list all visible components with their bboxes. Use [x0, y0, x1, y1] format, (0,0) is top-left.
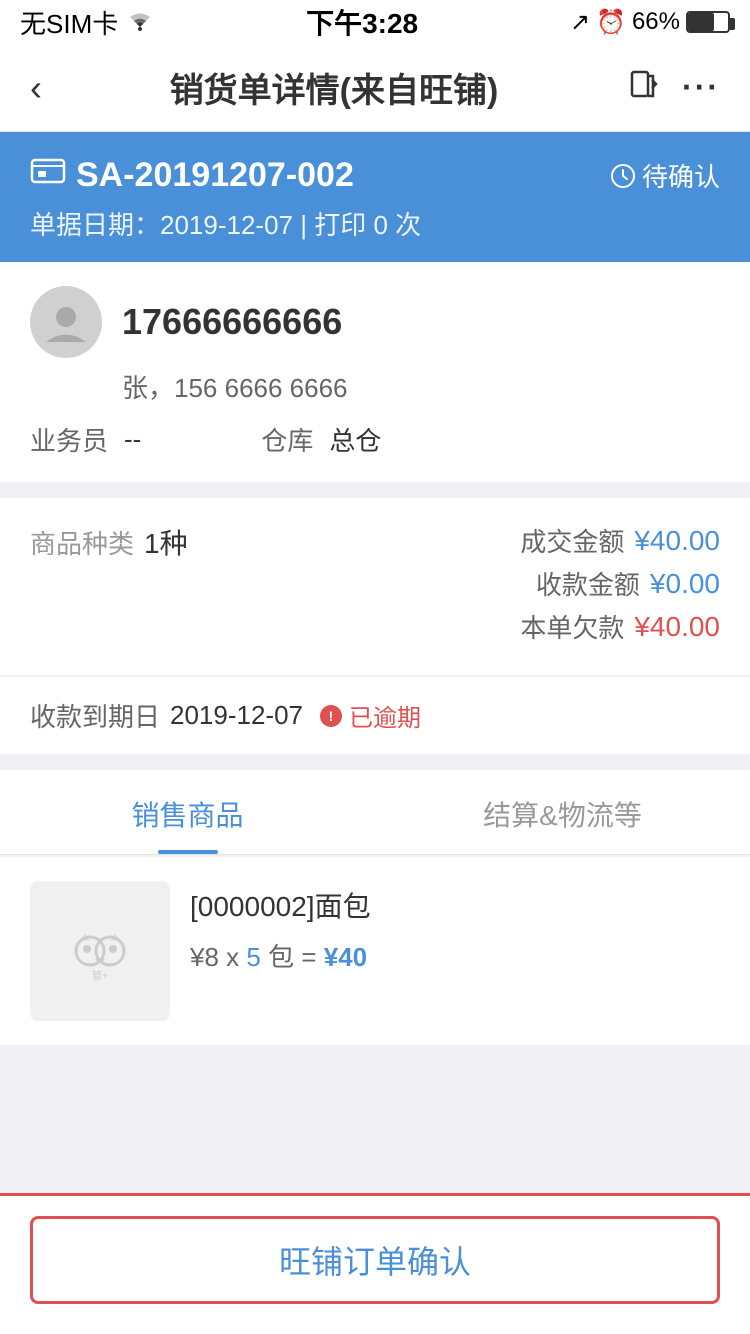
customer-phone: 17666666666 — [122, 301, 342, 343]
product-types-value: 1种 — [144, 522, 188, 562]
warehouse-label: 仓库 — [261, 421, 313, 458]
more-button[interactable]: ··· — [682, 69, 720, 106]
summary-section: 商品种类 1种 成交金额 ¥40.00 收款金额 ¥0.00 本单欠款 ¥40.… — [0, 498, 750, 675]
page-title: 销货单详情(来自旺铺) — [170, 63, 499, 112]
overdue-section: 收款到期日 2019-12-07 ! 已逾期 — [0, 676, 750, 754]
amount-val-1: ¥0.00 — [650, 568, 720, 600]
overdue-badge: ! 已逾期 — [319, 698, 421, 733]
svg-text:管+: 管+ — [92, 969, 108, 982]
order-number: SA-20191207-002 — [30, 156, 354, 195]
tab-sales-product[interactable]: 销售商品 — [0, 770, 375, 854]
battery-percent: 66% — [632, 8, 680, 36]
product-image: 管+ — [30, 881, 170, 1021]
product-types-label: 商品种类 — [30, 524, 134, 561]
product-section: 管+ [0000002]面包 ¥8 x 5 包 = ¥40 — [0, 857, 750, 1045]
back-button[interactable]: ‹ — [30, 67, 42, 109]
header-card: SA-20191207-002 待确认 单据日期：2019-12-07 | 打印… — [0, 132, 750, 262]
svg-text:!: ! — [329, 708, 334, 724]
wifi-icon — [126, 7, 154, 38]
status-bar-right: ↗ ⏰ 66% — [570, 8, 730, 37]
bottom-bar: 旺铺订单确认 — [0, 1193, 750, 1334]
sales-rep-label: 业务员 — [30, 421, 108, 458]
order-status: 待确认 — [610, 157, 720, 194]
nav-bar: ‹ 销货单详情(来自旺铺) ··· — [0, 44, 750, 132]
product-info: [0000002]面包 ¥8 x 5 包 = ¥40 — [190, 881, 720, 974]
amount-val-0: ¥40.00 — [634, 525, 720, 557]
product-total: ¥40 — [324, 942, 367, 972]
amount-label-0: 成交金额 — [520, 522, 624, 559]
product-price: ¥8 x 5 包 = ¥40 — [190, 937, 720, 974]
product-qty: 5 — [246, 942, 260, 972]
customer-name: 张，156 6666 6666 — [30, 368, 720, 405]
warehouse-value: 总仓 — [329, 421, 381, 458]
share-button[interactable] — [626, 66, 662, 109]
amount-val-2: ¥40.00 — [634, 611, 720, 643]
customer-meta: 业务员 -- 仓库 总仓 — [30, 421, 720, 458]
customer-avatar — [30, 286, 102, 358]
amount-label-1: 收款金额 — [536, 565, 640, 602]
order-icon — [30, 156, 66, 195]
tabs-section: 销售商品 结算&物流等 — [0, 770, 750, 855]
overdue-label: 收款到期日 — [30, 697, 160, 734]
summary-right: 成交金额 ¥40.00 收款金额 ¥0.00 本单欠款 ¥40.00 — [520, 522, 720, 651]
status-bar: 无SIM卡 下午3:28 ↗ ⏰ 66% — [0, 0, 750, 44]
order-date: 单据日期：2019-12-07 | 打印 0 次 — [30, 205, 720, 242]
amount-label-2: 本单欠款 — [520, 608, 624, 645]
customer-section: 17666666666 张，156 6666 6666 业务员 -- 仓库 总仓 — [0, 262, 750, 482]
summary-left: 商品种类 1种 — [30, 522, 188, 566]
confirm-order-button[interactable]: 旺铺订单确认 — [30, 1216, 720, 1304]
alarm-icon: ⏰ — [596, 8, 626, 37]
location-icon: ↗ — [570, 8, 590, 37]
tab-settlement[interactable]: 结算&物流等 — [375, 770, 750, 854]
overdue-date: 2019-12-07 — [170, 700, 303, 731]
battery-icon — [686, 11, 730, 33]
status-bar-left: 无SIM卡 — [20, 4, 154, 41]
sales-rep-value: -- — [124, 424, 141, 455]
carrier-label: 无SIM卡 — [20, 4, 118, 41]
product-item: 管+ [0000002]面包 ¥8 x 5 包 = ¥40 — [30, 881, 720, 1021]
product-name: [0000002]面包 — [190, 885, 720, 925]
status-time: 下午3:28 — [306, 2, 418, 42]
nav-actions: ··· — [626, 66, 720, 109]
